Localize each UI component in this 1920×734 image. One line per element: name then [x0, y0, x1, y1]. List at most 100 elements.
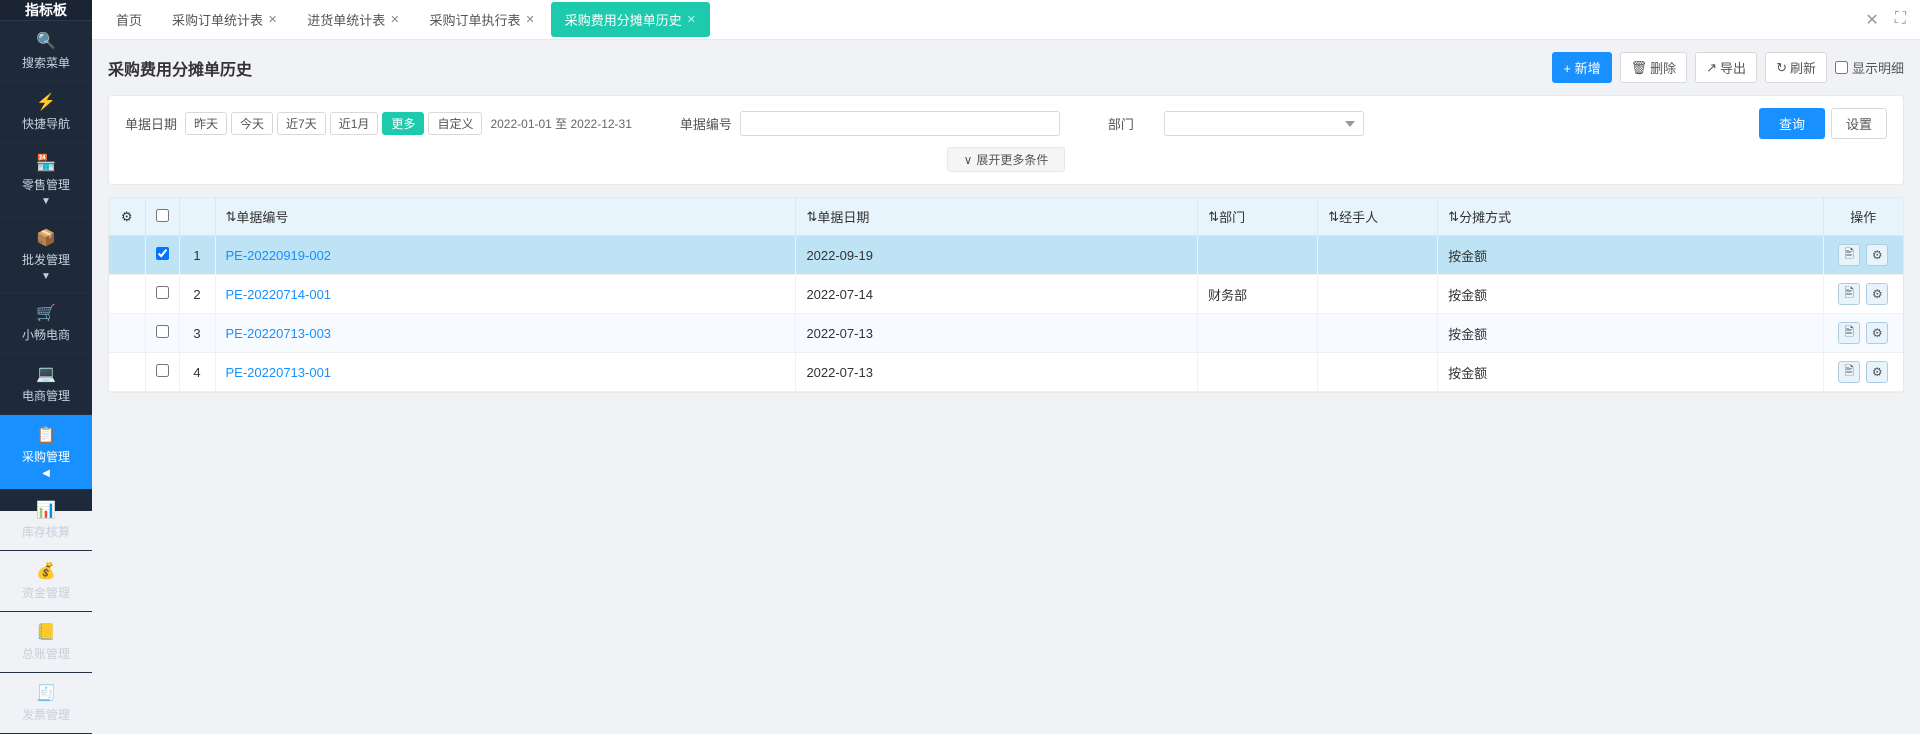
content-area: 采购费用分摊单历史 + 新增 🗑 删除 ↗ 导出 ↻ 刷新 显示明细: [92, 40, 1920, 511]
edit-icon[interactable]: ⚙: [1866, 283, 1888, 305]
sidebar-item-ecommerce-small[interactable]: 🛒 小畅电商: [0, 293, 92, 354]
close-icon[interactable]: ✕: [687, 13, 696, 26]
sidebar-item-label: 总账管理: [22, 645, 70, 662]
wholesale-icon: 📦: [36, 228, 56, 248]
date-btn-7days[interactable]: 近7天: [277, 112, 326, 135]
tab-label: 进货单统计表: [307, 10, 385, 29]
tab-purchase-order-stats[interactable]: 采购订单统计表 ✕: [158, 2, 291, 37]
table-body: 1 PE-20220919-002 2022-09-19 按金额 🖹 ⚙: [109, 236, 1903, 392]
sidebar-item-purchase[interactable]: 📋 采购管理 ◀: [0, 415, 92, 490]
th-doc-no[interactable]: ⇅ 单据编号: [215, 198, 796, 236]
th-method[interactable]: ⇅ 分摊方式: [1438, 198, 1823, 236]
close-window-icon[interactable]: ✕: [1861, 8, 1882, 32]
filter-settings-button[interactable]: 设置: [1831, 108, 1887, 139]
select-all-checkbox[interactable]: [156, 209, 169, 222]
th-handler[interactable]: ⇅ 经手人: [1318, 198, 1438, 236]
th-settings[interactable]: ⚙: [109, 198, 145, 236]
sidebar-item-search[interactable]: 🔍 搜索菜单: [0, 21, 92, 82]
sidebar-item-quicknav[interactable]: ⚡ 快捷导航: [0, 82, 92, 143]
sidebar-item-finance[interactable]: 💰 资金管理: [0, 551, 92, 612]
delete-icon: 🗑: [1631, 60, 1648, 76]
show-columns-input[interactable]: [1835, 61, 1848, 74]
table-panel: ⚙ ⇅ 单据编号 ⇅: [108, 197, 1904, 393]
row-checkbox[interactable]: [145, 314, 179, 353]
date-btn-today[interactable]: 今天: [231, 112, 273, 135]
dept-select[interactable]: [1164, 111, 1364, 136]
row-method: 按金额: [1438, 314, 1823, 353]
row-checkbox[interactable]: [145, 353, 179, 392]
row-dept: [1198, 314, 1318, 353]
th-num: [179, 198, 215, 236]
th-action: 操作: [1823, 198, 1903, 236]
row-num: 1: [179, 236, 215, 275]
row-checkbox[interactable]: [145, 275, 179, 314]
sidebar-item-wholesale[interactable]: 📦 批发管理 ▼: [0, 218, 92, 293]
row-checkbox[interactable]: [145, 236, 179, 275]
tab-home-label: 首页: [116, 10, 142, 29]
close-icon[interactable]: ✕: [390, 13, 399, 26]
doc-no-input[interactable]: [740, 111, 1060, 136]
tab-home[interactable]: 首页: [102, 2, 156, 37]
sidebar-logo: 指标板: [0, 0, 92, 21]
add-button[interactable]: + 新增: [1552, 52, 1611, 83]
row-handler: [1318, 314, 1438, 353]
action-icons: 🖹 ⚙: [1834, 361, 1894, 383]
row-dept: 财务部: [1198, 275, 1318, 314]
date-btn-1month[interactable]: 近1月: [330, 112, 379, 135]
date-btn-more[interactable]: 更多: [382, 112, 424, 135]
th-doc-date[interactable]: ⇅ 单据日期: [796, 198, 1198, 236]
delete-button[interactable]: 🗑 删除: [1620, 52, 1688, 83]
row-dept: [1198, 353, 1318, 392]
expand-more-btn[interactable]: ∨ 展开更多条件: [947, 147, 1066, 172]
view-icon[interactable]: 🖹: [1838, 361, 1860, 383]
doc-no-link[interactable]: PE-20220714-001: [226, 287, 332, 302]
tab-label: 采购订单统计表: [172, 10, 263, 29]
edit-icon[interactable]: ⚙: [1866, 361, 1888, 383]
close-icon[interactable]: ✕: [526, 13, 535, 26]
row-doc-no: PE-20220713-003: [215, 314, 796, 353]
sidebar-item-ecommerce[interactable]: 💻 电商管理: [0, 354, 92, 415]
tab-cost-history[interactable]: 采购费用分摊单历史 ✕: [551, 2, 710, 37]
sidebar-item-label: 批发管理: [22, 251, 70, 268]
table-row: 4 PE-20220713-001 2022-07-13 按金额 🖹 ⚙: [109, 353, 1903, 392]
edit-icon[interactable]: ⚙: [1866, 322, 1888, 344]
row-doc-no: PE-20220714-001: [215, 275, 796, 314]
expand-row: ∨ 展开更多条件: [125, 147, 1887, 172]
edit-icon[interactable]: ⚙: [1866, 244, 1888, 266]
table-header: ⚙ ⇅ 单据编号 ⇅: [109, 198, 1903, 236]
show-columns-checkbox[interactable]: 显示明细: [1835, 58, 1904, 77]
sidebar-item-retail[interactable]: 🏪 零售管理 ▼: [0, 143, 92, 218]
date-btn-yesterday[interactable]: 昨天: [185, 112, 227, 135]
doc-no-link[interactable]: PE-20220919-002: [226, 248, 332, 263]
close-icon[interactable]: ✕: [268, 13, 277, 26]
view-icon[interactable]: 🖹: [1838, 244, 1860, 266]
data-table: ⚙ ⇅ 单据编号 ⇅: [109, 198, 1903, 392]
ecommerce-small-icon: 🛒: [36, 303, 56, 323]
sort-icon: ⇅: [1448, 209, 1459, 225]
table-row: 1 PE-20220919-002 2022-09-19 按金额 🖹 ⚙: [109, 236, 1903, 275]
expand-window-icon[interactable]: ⛶: [1891, 8, 1910, 32]
row-dept: [1198, 236, 1318, 275]
ledger-icon: 📒: [36, 622, 56, 642]
sidebar-item-invoice[interactable]: 🧾 发票管理: [0, 673, 92, 734]
refresh-button[interactable]: ↻ 刷新: [1765, 52, 1827, 83]
query-button[interactable]: 查询: [1759, 108, 1825, 139]
date-range-display: 2022-01-01 至 2022-12-31: [490, 115, 631, 132]
tab-stock-stats[interactable]: 进货单统计表 ✕: [293, 2, 413, 37]
doc-no-link[interactable]: PE-20220713-003: [226, 326, 332, 341]
row-settings: [109, 314, 145, 353]
view-icon[interactable]: 🖹: [1838, 283, 1860, 305]
sidebar-item-inventory[interactable]: 📊 库存核算: [0, 490, 92, 551]
th-dept[interactable]: ⇅ 部门: [1198, 198, 1318, 236]
doc-no-link[interactable]: PE-20220713-001: [226, 365, 332, 380]
sidebar-item-label: 库存核算: [22, 523, 70, 540]
date-btn-custom[interactable]: 自定义: [428, 112, 482, 135]
sidebar-item-ledger[interactable]: 📒 总账管理: [0, 612, 92, 673]
row-doc-date: 2022-07-13: [796, 314, 1198, 353]
table-row: 2 PE-20220714-001 2022-07-14 财务部 按金额 🖹 ⚙: [109, 275, 1903, 314]
row-action: 🖹 ⚙: [1823, 314, 1903, 353]
tab-order-exec[interactable]: 采购订单执行表 ✕: [415, 2, 548, 37]
export-button[interactable]: ↗ 导出: [1695, 52, 1757, 83]
view-icon[interactable]: 🖹: [1838, 322, 1860, 344]
row-method: 按金额: [1438, 353, 1823, 392]
